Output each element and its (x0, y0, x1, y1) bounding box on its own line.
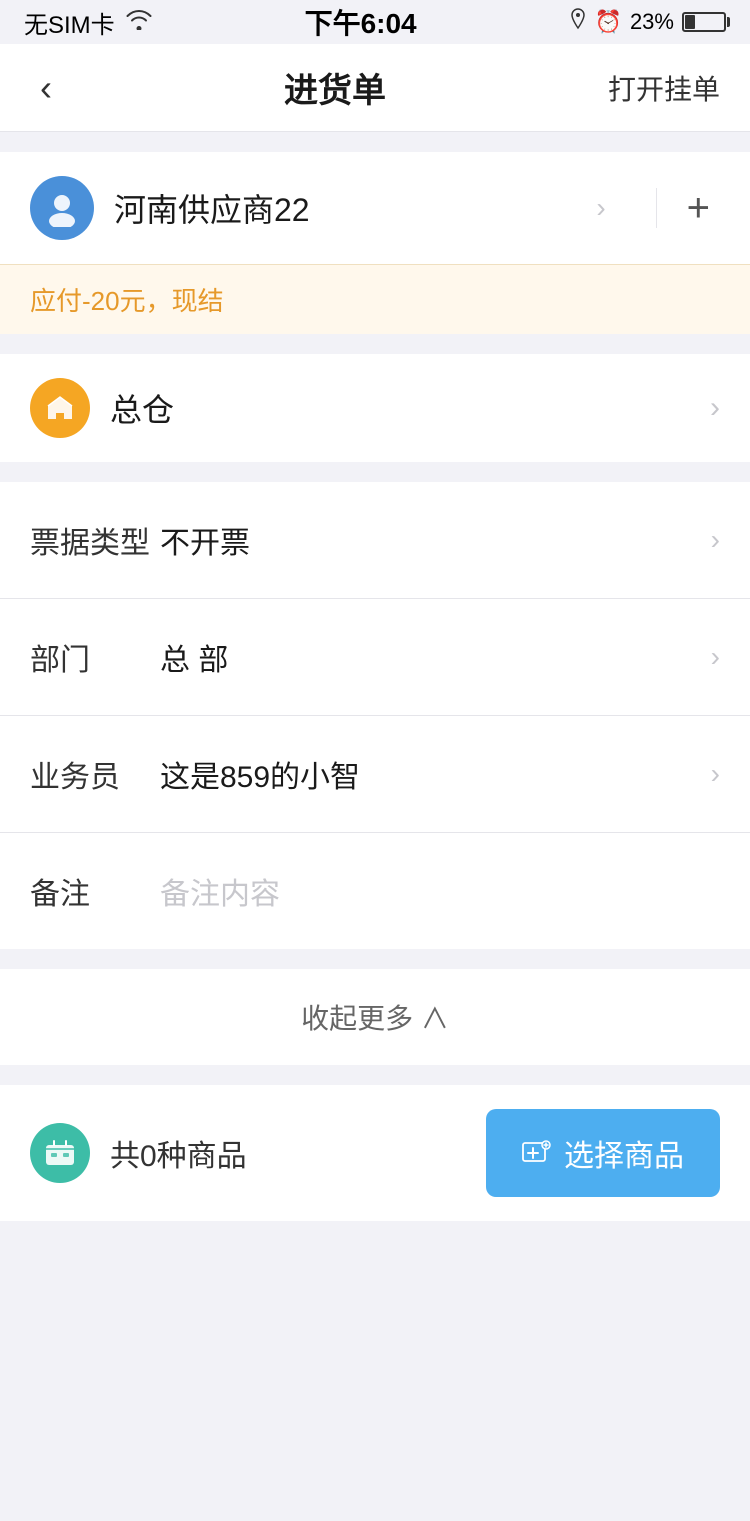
open-pending-button[interactable]: 打开挂单 (608, 68, 720, 108)
department-label: 部门 (30, 635, 160, 679)
remark-input[interactable]: 备注内容 (160, 869, 720, 913)
battery-label: 23% (630, 9, 674, 35)
supplier-row[interactable]: 河南供应商22 › + (0, 152, 750, 264)
supplier-divider (656, 188, 657, 228)
supplier-chevron-icon: › (596, 192, 605, 224)
page-title: 进货单 (284, 63, 386, 112)
salesperson-label: 业务员 (30, 752, 160, 796)
invoice-type-chevron-icon: › (711, 524, 720, 556)
page-background (0, 1221, 750, 1521)
collapse-label: 收起更多 ∧ (301, 997, 449, 1037)
status-left: 无SIM卡 (24, 5, 153, 40)
department-value: 总 部 (160, 635, 711, 679)
select-product-label: 选择商品 (564, 1131, 684, 1175)
warehouse-section: 总仓 › (0, 354, 750, 462)
supplier-name: 河南供应商22 (114, 185, 596, 231)
supplier-avatar (30, 176, 94, 240)
remark-row[interactable]: 备注 备注内容 (0, 833, 750, 949)
invoice-type-label: 票据类型 (30, 518, 160, 562)
nav-bar: ‹ 进货单 打开挂单 (0, 44, 750, 132)
supplier-section: 河南供应商22 › + 应付-20元，现结 (0, 152, 750, 334)
salesperson-row[interactable]: 业务员 这是859的小智 › (0, 716, 750, 833)
bottom-bar: 共0种商品 选择商品 (0, 1085, 750, 1221)
department-row[interactable]: 部门 总 部 › (0, 599, 750, 716)
salesperson-value: 这是859的小智 (160, 752, 711, 796)
carrier-label: 无SIM卡 (24, 5, 115, 40)
product-count-label: 共0种商品 (110, 1131, 466, 1175)
collapse-button[interactable]: 收起更多 ∧ (0, 969, 750, 1065)
warehouse-row[interactable]: 总仓 › (0, 354, 750, 462)
add-supplier-button[interactable]: + (677, 186, 720, 231)
section-gap-1 (0, 132, 750, 152)
department-chevron-icon: › (711, 641, 720, 673)
remark-label: 备注 (30, 869, 160, 913)
status-bar: 无SIM卡 下午6:04 ⏰ 23% (0, 0, 750, 44)
warehouse-chevron-icon: › (710, 391, 720, 425)
form-section: 票据类型 不开票 › 部门 总 部 › 业务员 这是859的小智 › 备注 备注… (0, 482, 750, 949)
supplier-notice: 应付-20元，现结 (0, 264, 750, 334)
salesperson-chevron-icon: › (711, 758, 720, 790)
invoice-type-value: 不开票 (160, 518, 711, 562)
location-icon (569, 8, 587, 36)
battery-icon (682, 12, 726, 32)
warehouse-icon (30, 378, 90, 438)
status-time: 下午6:04 (305, 2, 417, 42)
warehouse-name: 总仓 (110, 385, 710, 431)
select-product-button[interactable]: 选择商品 (486, 1109, 720, 1197)
alarm-icon: ⏰ (595, 9, 622, 35)
status-right: ⏰ 23% (569, 8, 726, 36)
invoice-type-row[interactable]: 票据类型 不开票 › (0, 482, 750, 599)
back-button[interactable]: ‹ (30, 57, 62, 119)
product-icon (30, 1123, 90, 1183)
wifi-icon (125, 8, 153, 37)
